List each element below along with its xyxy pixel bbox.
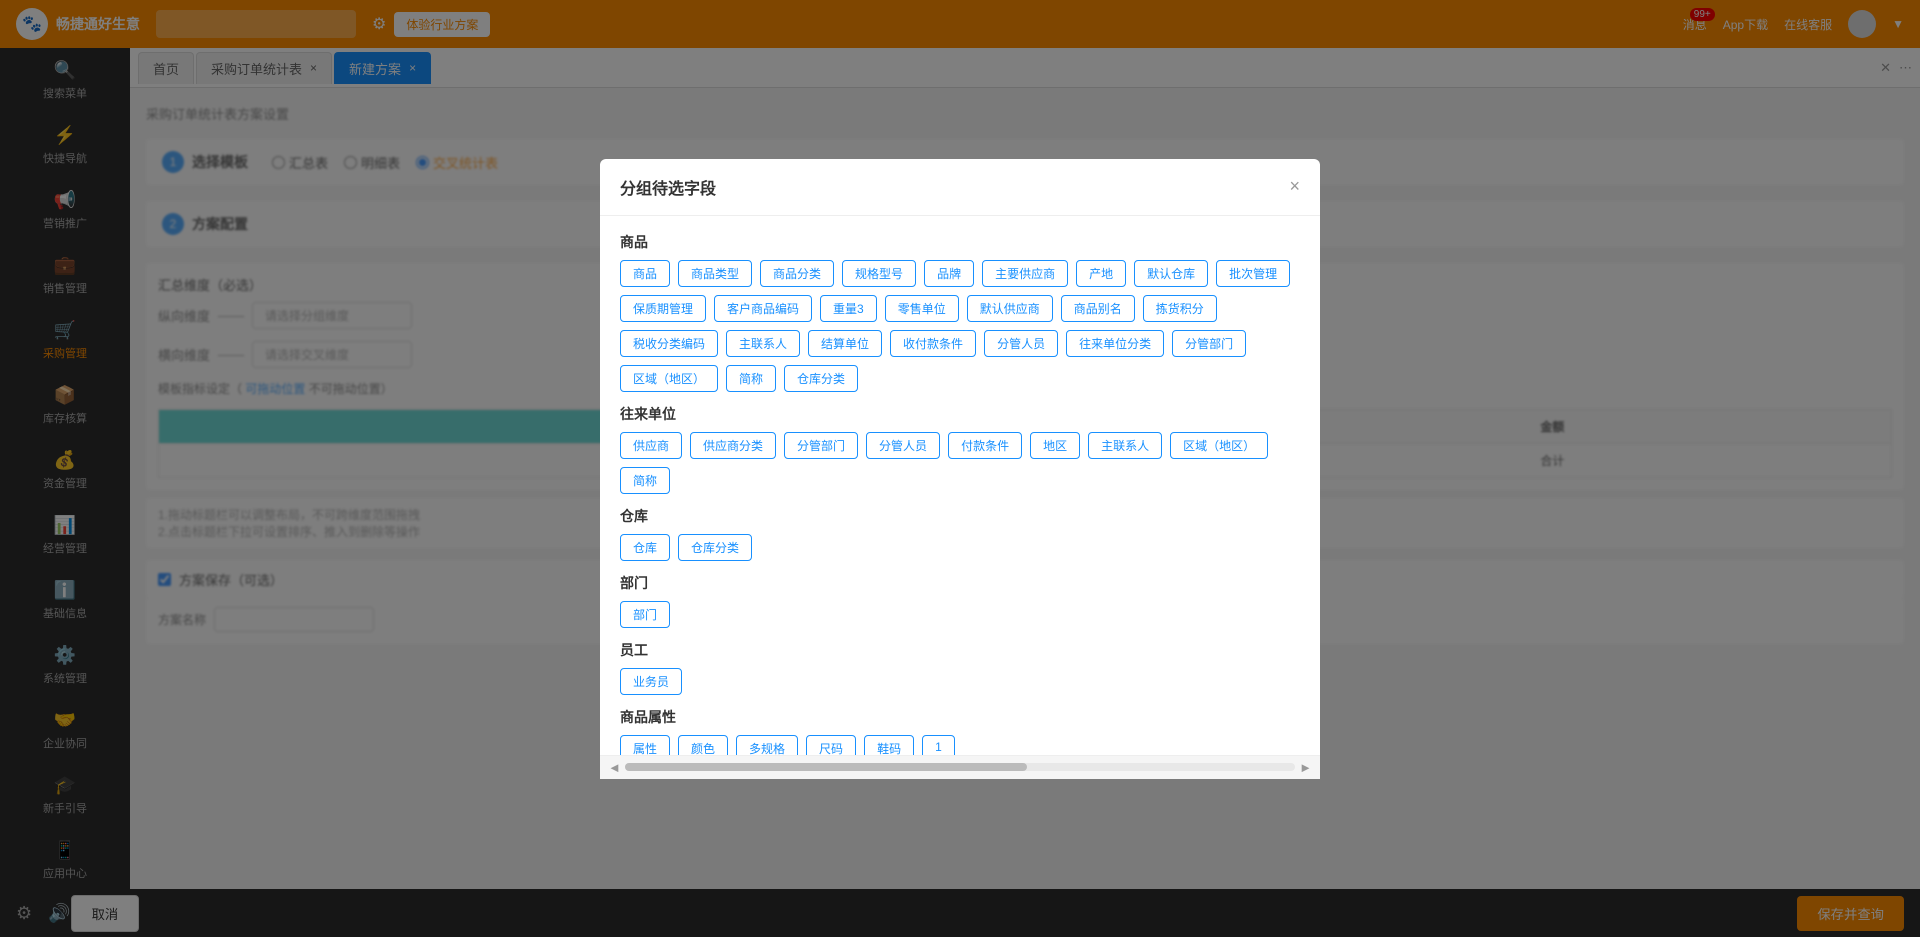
field-tag-批次管理[interactable]: 批次管理 [1216, 260, 1290, 287]
scroll-thumb[interactable] [625, 763, 1027, 771]
field-tag-商品分类[interactable]: 商品分类 [760, 260, 834, 287]
field-tag-主联系人[interactable]: 主联系人 [726, 330, 800, 357]
field-tag-商品[interactable]: 商品 [620, 260, 670, 287]
field-tag-保质期管理[interactable]: 保质期管理 [620, 295, 706, 322]
field-tag-仓库[interactable]: 仓库 [620, 534, 670, 561]
section-title-部门: 部门 [620, 573, 1300, 593]
field-select-modal: 分组待选字段 × 商品商品商品类型商品分类规格型号品牌主要供应商产地默认仓库批次… [600, 159, 1320, 779]
field-tag-分管部门[interactable]: 分管部门 [1172, 330, 1246, 357]
section-title-往来单位: 往来单位 [620, 404, 1300, 424]
field-grid-员工: 业务员 [620, 668, 1300, 695]
section-title-商品属性: 商品属性 [620, 707, 1300, 727]
field-tag-默认仓库[interactable]: 默认仓库 [1134, 260, 1208, 287]
field-tag-1[interactable]: 1 [922, 735, 955, 755]
section-title-商品: 商品 [620, 232, 1300, 252]
field-tag-仓库分类[interactable]: 仓库分类 [784, 365, 858, 392]
scroll-right-btn[interactable]: ► [1299, 760, 1312, 775]
field-grid-往来单位: 供应商供应商分类分管部门分管人员付款条件地区主联系人区域（地区） 简称 [620, 432, 1300, 494]
field-tag-多规格[interactable]: 多规格 [736, 735, 798, 755]
field-tag-尺码[interactable]: 尺码 [806, 735, 856, 755]
field-tag-仓库分类[interactable]: 仓库分类 [678, 534, 752, 561]
field-tag-主联系人[interactable]: 主联系人 [1088, 432, 1162, 459]
section-title-仓库: 仓库 [620, 506, 1300, 526]
modal-overlay: 分组待选字段 × 商品商品商品类型商品分类规格型号品牌主要供应商产地默认仓库批次… [0, 0, 1920, 937]
field-tag-拣货积分[interactable]: 拣货积分 [1143, 295, 1217, 322]
field-tag-税收分类编码[interactable]: 税收分类编码 [620, 330, 718, 357]
field-tag-属性[interactable]: 属性 [620, 735, 670, 755]
field-grid-部门: 部门 [620, 601, 1300, 628]
field-tag-客户商品编码[interactable]: 客户商品编码 [714, 295, 812, 322]
field-tag-部门[interactable]: 部门 [620, 601, 670, 628]
field-tag-产地[interactable]: 产地 [1076, 260, 1126, 287]
field-tag-业务员[interactable]: 业务员 [620, 668, 682, 695]
field-tag-结算单位[interactable]: 结算单位 [808, 330, 882, 357]
field-tag-商品类型[interactable]: 商品类型 [678, 260, 752, 287]
field-tag-品牌[interactable]: 品牌 [924, 260, 974, 287]
field-tag-重量3[interactable]: 重量3 [820, 295, 877, 322]
field-tag-默认供应商[interactable]: 默认供应商 [967, 295, 1053, 322]
field-tag-颜色[interactable]: 颜色 [678, 735, 728, 755]
field-tag-规格型号[interactable]: 规格型号 [842, 260, 916, 287]
field-tag-简称[interactable]: 简称 [726, 365, 776, 392]
field-tag-区域（地区）[interactable]: 区域（地区） [620, 365, 718, 392]
field-tag-区域（地区）[interactable]: 区域（地区） [1170, 432, 1268, 459]
field-grid-商品: 商品商品类型商品分类规格型号品牌主要供应商产地默认仓库批次管理保质期管理客户商品… [620, 260, 1300, 392]
modal-title: 分组待选字段 [620, 175, 716, 199]
field-tag-主要供应商[interactable]: 主要供应商 [982, 260, 1068, 287]
field-tag-商品别名[interactable]: 商品别名 [1061, 295, 1135, 322]
field-tag-简称[interactable]: 简称 [620, 467, 670, 494]
field-tag-鞋码[interactable]: 鞋码 [864, 735, 914, 755]
field-tag-分管人员[interactable]: 分管人员 [984, 330, 1058, 357]
modal-header: 分组待选字段 × [600, 159, 1320, 216]
field-tag-付款条件[interactable]: 付款条件 [948, 432, 1022, 459]
modal-close-btn[interactable]: × [1289, 176, 1300, 197]
modal-body: 商品商品商品类型商品分类规格型号品牌主要供应商产地默认仓库批次管理保质期管理客户… [600, 216, 1320, 755]
scroll-left-btn[interactable]: ◄ [608, 760, 621, 775]
field-tag-分管部门[interactable]: 分管部门 [784, 432, 858, 459]
field-tag-往来单位分类[interactable]: 往来单位分类 [1066, 330, 1164, 357]
field-tag-地区[interactable]: 地区 [1030, 432, 1080, 459]
field-tag-分管人员[interactable]: 分管人员 [866, 432, 940, 459]
field-tag-供应商分类[interactable]: 供应商分类 [690, 432, 776, 459]
field-tag-收付款条件[interactable]: 收付款条件 [890, 330, 976, 357]
field-tag-供应商[interactable]: 供应商 [620, 432, 682, 459]
section-title-员工: 员工 [620, 640, 1300, 660]
field-grid-仓库: 仓库仓库分类 [620, 534, 1300, 561]
field-tag-零售单位[interactable]: 零售单位 [885, 295, 959, 322]
field-grid-商品属性: 属性颜色多规格尺码鞋码 1 [620, 735, 1300, 755]
